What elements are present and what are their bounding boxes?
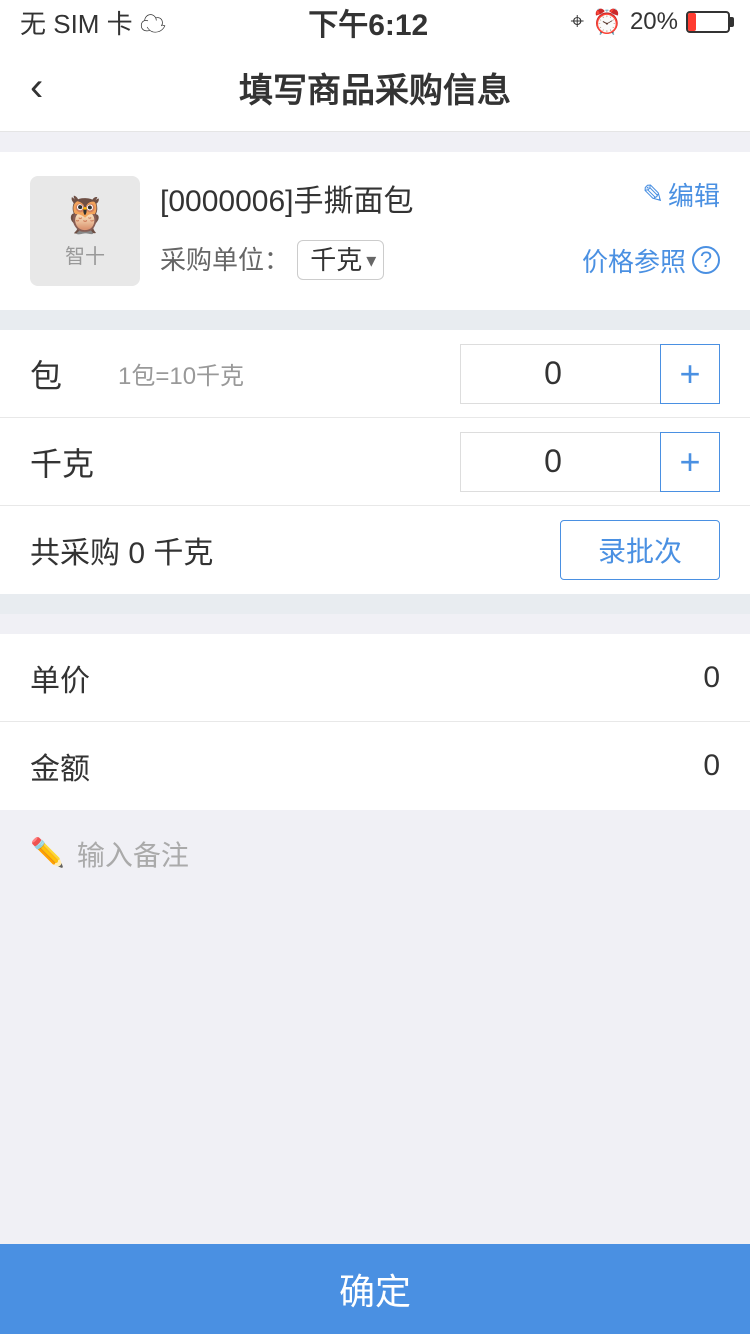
- battery-percent: 20%: [630, 8, 678, 36]
- total-row: 共采购 0 千克 录批次: [0, 506, 750, 594]
- batch-button[interactable]: 录批次: [560, 520, 720, 580]
- product-card: 🦉 智十 [0000006]手撕面包 ✎ 编辑 采购单位： 千克: [0, 152, 750, 310]
- kg-plus-button[interactable]: +: [660, 432, 720, 492]
- unit-label: 采购单位： 千克: [160, 240, 384, 280]
- kg-qty-input[interactable]: [460, 432, 660, 492]
- section-divider-1: [0, 310, 750, 330]
- section-divider-2: [0, 594, 750, 614]
- product-name: [0000006]手撕面包: [160, 176, 622, 220]
- amount-value: 0: [703, 749, 720, 783]
- pack-plus-button[interactable]: +: [660, 344, 720, 404]
- kg-input-row: 千克 +: [0, 418, 750, 506]
- alarm-icon: ⏰: [592, 8, 622, 37]
- price-ref-link[interactable]: 价格参照 ?: [582, 242, 720, 279]
- amount-label: 金额: [30, 744, 90, 788]
- kg-label: 千克: [30, 439, 110, 485]
- status-right-group: ⌖ ⏰ 20%: [571, 8, 730, 37]
- product-thumb-icon: 🦉: [63, 194, 108, 236]
- remark-section[interactable]: ✏️ 输入备注: [0, 810, 750, 930]
- location-icon: ⌖: [571, 8, 585, 36]
- unit-row: 采购单位： 千克 价格参照 ?: [160, 240, 720, 280]
- battery-fill: [688, 13, 696, 31]
- help-icon: ?: [692, 246, 720, 274]
- edit-icon: ✎: [642, 179, 664, 210]
- pack-input-row: 包 1包=10千克 +: [0, 330, 750, 418]
- back-button[interactable]: ‹: [30, 55, 53, 120]
- price-amount-section: 单价 0 金额 0: [0, 634, 750, 810]
- pack-sublabel: 1包=10千克: [118, 356, 244, 391]
- unit-price-value: 0: [703, 661, 720, 695]
- unit-select[interactable]: 千克: [297, 240, 384, 280]
- amount-row: 金额 0: [0, 722, 750, 810]
- page-title: 填写商品采购信息: [239, 63, 511, 112]
- pack-label: 包: [30, 351, 110, 397]
- content-area: [0, 930, 750, 1210]
- status-time: 下午6:12: [308, 0, 428, 44]
- unit-select-wrap[interactable]: 千克: [297, 240, 384, 280]
- header: ‹ 填写商品采购信息: [0, 44, 750, 132]
- confirm-button[interactable]: 确定: [0, 1244, 750, 1334]
- pack-qty-input[interactable]: [460, 344, 660, 404]
- product-thumbnail: 🦉 智十: [30, 176, 140, 286]
- input-section: 包 1包=10千克 + 千克 + 共采购 0 千克 录批次: [0, 330, 750, 594]
- product-info: [0000006]手撕面包 ✎ 编辑 采购单位： 千克 价格参照 ?: [160, 176, 720, 280]
- battery-icon: [686, 11, 730, 33]
- pack-input-group: +: [460, 344, 720, 404]
- unit-price-row: 单价 0: [0, 634, 750, 722]
- edit-link[interactable]: ✎ 编辑: [642, 176, 720, 213]
- kg-input-group: +: [460, 432, 720, 492]
- total-text: 共采购 0 千克: [30, 528, 213, 572]
- status-signal: 无 SIM 卡 ☁: [20, 4, 166, 41]
- status-bar: 无 SIM 卡 ☁ 下午6:12 ⌖ ⏰ 20%: [0, 0, 750, 44]
- pencil-icon: ✏️: [30, 836, 65, 869]
- product-thumb-label: 智十: [65, 240, 105, 269]
- remark-placeholder: 输入备注: [77, 834, 189, 874]
- unit-price-label: 单价: [30, 656, 90, 700]
- product-name-row: [0000006]手撕面包 ✎ 编辑: [160, 176, 720, 220]
